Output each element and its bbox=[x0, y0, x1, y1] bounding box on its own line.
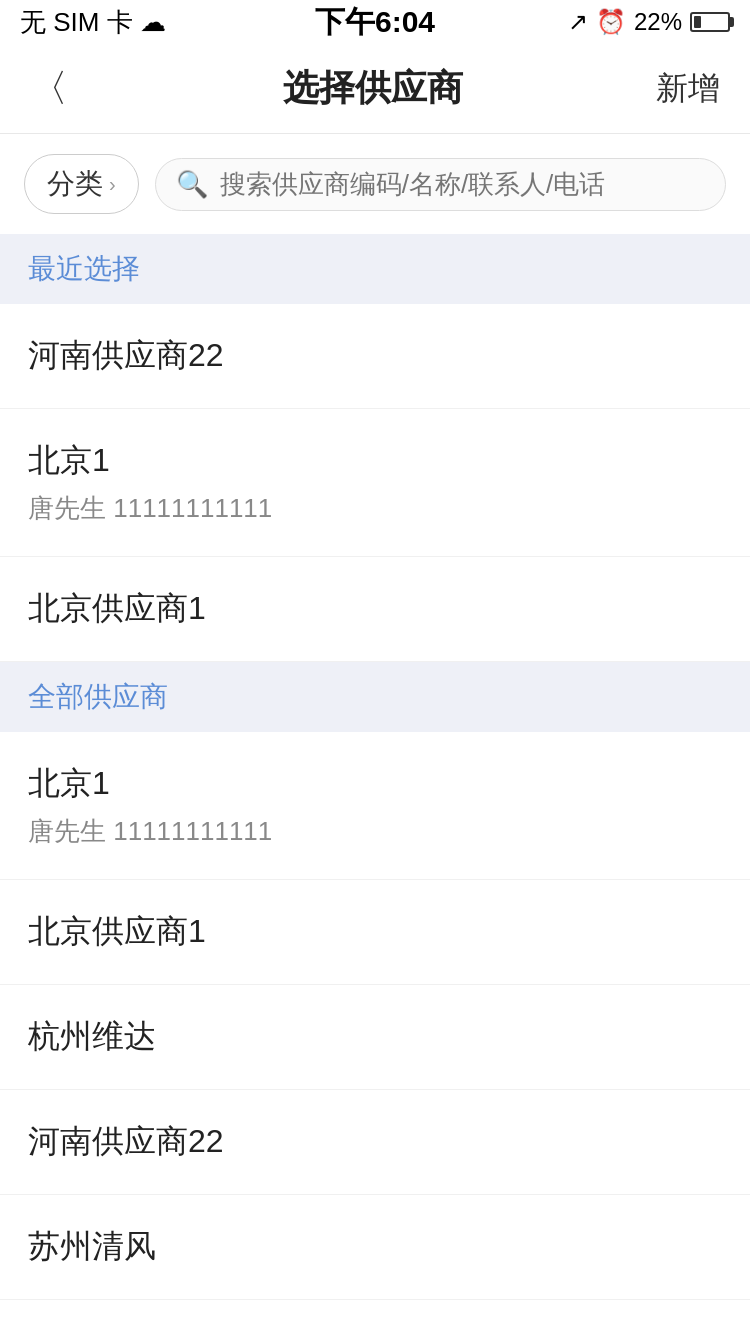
alarm-icon: ⏰ bbox=[596, 8, 626, 36]
status-time: 下午6:04 bbox=[315, 2, 435, 43]
section-header-recent: 最近选择 bbox=[0, 234, 750, 304]
section-header-text-recent: 最近选择 bbox=[28, 253, 140, 284]
battery-icon bbox=[690, 12, 730, 32]
item-name-r3: 北京供应商1 bbox=[28, 587, 722, 631]
nav-bar: 〈 选择供应商 新增 bbox=[0, 44, 750, 134]
category-button[interactable]: 分类 › bbox=[24, 154, 139, 214]
item-name-r2: 北京1 bbox=[28, 439, 722, 483]
list-item-r1[interactable]: 河南供应商22 bbox=[0, 304, 750, 409]
item-name-a3: 杭州维达 bbox=[28, 1015, 722, 1059]
section-header-text-all: 全部供应商 bbox=[28, 681, 168, 712]
item-name-r1: 河南供应商22 bbox=[28, 334, 722, 378]
battery-percent: 22% bbox=[634, 8, 682, 36]
item-name-a1: 北京1 bbox=[28, 762, 722, 806]
category-label: 分类 bbox=[47, 165, 103, 203]
back-button[interactable]: 〈 bbox=[30, 63, 90, 114]
filter-bar: 分类 › 🔍 bbox=[0, 134, 750, 234]
add-button[interactable]: 新增 bbox=[656, 67, 720, 111]
list-item-a1[interactable]: 北京1 唐先生 11111111111 bbox=[0, 732, 750, 880]
item-name-a5: 苏州清风 bbox=[28, 1225, 722, 1269]
item-detail-a1: 唐先生 11111111111 bbox=[28, 814, 722, 849]
sections-container: 最近选择河南供应商22 北京1 唐先生 11111111111 北京供应商1 全部供应商… bbox=[0, 234, 750, 1300]
section-header-all: 全部供应商 bbox=[0, 662, 750, 732]
search-box: 🔍 bbox=[155, 158, 726, 211]
list-item-a2[interactable]: 北京供应商1 bbox=[0, 880, 750, 985]
item-name-a4: 河南供应商22 bbox=[28, 1120, 722, 1164]
search-icon: 🔍 bbox=[176, 169, 208, 200]
item-name-a2: 北京供应商1 bbox=[28, 910, 722, 954]
status-left: 无 SIM 卡 ☁ bbox=[20, 5, 166, 40]
no-sim-label: 无 SIM 卡 ☁ bbox=[20, 5, 166, 40]
list-item-r3[interactable]: 北京供应商1 bbox=[0, 557, 750, 662]
list-item-a5[interactable]: 苏州清风 bbox=[0, 1195, 750, 1300]
item-detail-r2: 唐先生 11111111111 bbox=[28, 491, 722, 526]
list-item-r2[interactable]: 北京1 唐先生 11111111111 bbox=[0, 409, 750, 557]
page-title: 选择供应商 bbox=[283, 64, 463, 113]
list-item-a3[interactable]: 杭州维达 bbox=[0, 985, 750, 1090]
status-bar: 无 SIM 卡 ☁ 下午6:04 ↗ ⏰ 22% bbox=[0, 0, 750, 44]
list-item-a4[interactable]: 河南供应商22 bbox=[0, 1090, 750, 1195]
search-input[interactable] bbox=[220, 169, 705, 200]
location-icon: ↗ bbox=[568, 8, 588, 36]
status-right: ↗ ⏰ 22% bbox=[568, 8, 730, 36]
chevron-right-icon: › bbox=[109, 173, 116, 196]
